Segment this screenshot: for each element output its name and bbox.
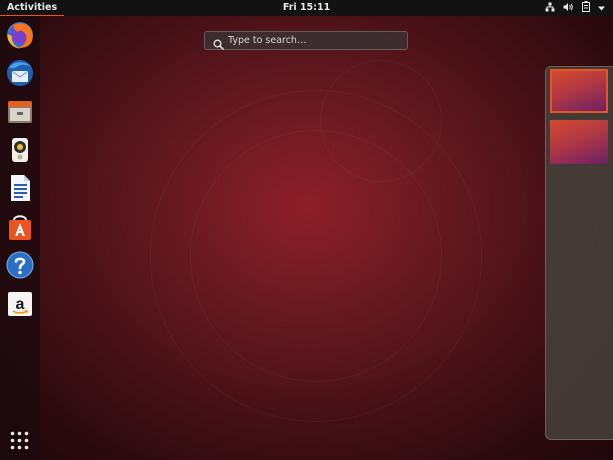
network-icon[interactable] [545, 2, 555, 15]
workspace-switcher [545, 66, 613, 440]
top-bar: Activities Fri 15:11 [0, 0, 613, 16]
search-icon [213, 35, 224, 50]
search-box[interactable] [204, 31, 408, 50]
dock-item-help[interactable] [5, 250, 35, 280]
search-input[interactable] [228, 33, 403, 48]
volume-icon[interactable] [563, 2, 574, 15]
files-icon [8, 101, 32, 123]
dock-item-thunderbird[interactable] [5, 58, 35, 88]
battery-icon[interactable] [582, 1, 590, 15]
show-applications-icon [10, 431, 29, 450]
workspace-thumbnail-1[interactable] [550, 69, 608, 113]
desktop-overview: Activities Fri 15:11 a Type to search… [0, 0, 613, 460]
svg-text:a: a [16, 296, 25, 313]
dock-item-rhythmbox[interactable] [5, 135, 35, 165]
writer-icon [11, 175, 30, 201]
dock-item-software[interactable] [5, 212, 35, 242]
rhythmbox-icon [12, 138, 28, 162]
dock-item-writer[interactable] [5, 173, 35, 203]
thunderbird-icon [7, 60, 33, 86]
firefox-icon [7, 22, 33, 49]
workspace-thumbnail-2[interactable] [550, 120, 608, 164]
clock[interactable]: Fri 15:11 [0, 0, 613, 16]
help-icon [6, 251, 34, 279]
dock: a [0, 16, 40, 460]
wallpaper-arc [150, 90, 482, 422]
amazon-icon: a [8, 292, 32, 316]
dock-item-amazon[interactable]: a [5, 289, 35, 319]
dock-item-firefox[interactable] [5, 20, 35, 50]
system-tray[interactable] [545, 0, 605, 16]
dock-item-files[interactable] [5, 97, 35, 127]
wallpaper-arc [320, 60, 442, 182]
show-applications-button[interactable] [10, 431, 29, 450]
software-icon [9, 215, 31, 240]
system-menu-arrow-icon[interactable] [598, 3, 605, 14]
wallpaper-arc [190, 130, 442, 382]
